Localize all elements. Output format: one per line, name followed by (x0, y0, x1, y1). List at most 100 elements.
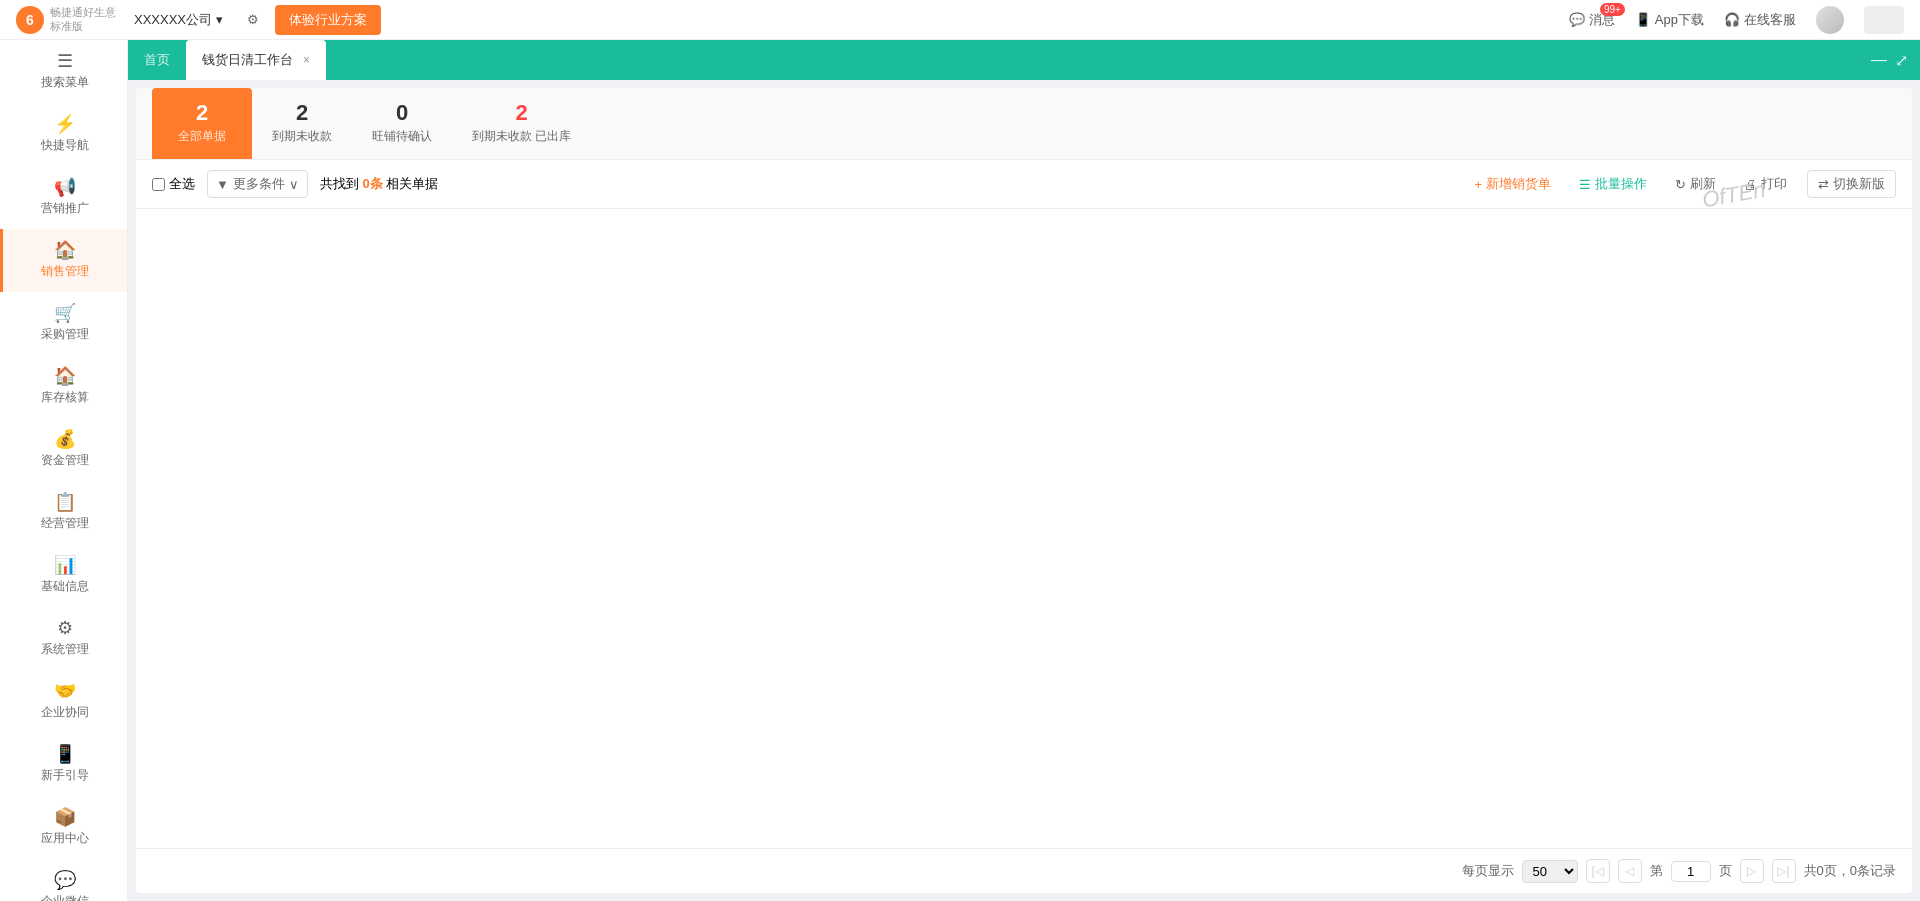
tab-close-icon[interactable]: × (303, 53, 310, 67)
total-info: 共0页，0条记录 (1804, 862, 1896, 880)
experience-button[interactable]: 体验行业方案 (275, 5, 381, 35)
sidebar-item-marketing[interactable]: 📢 营销推广 (0, 166, 127, 229)
header-right: 💬 消息 99+ 📱 App下载 🎧 在线客服 (1569, 6, 1904, 34)
plus-icon: + (1474, 177, 1482, 192)
tab-minimize-icon[interactable]: — (1871, 51, 1887, 69)
tab-maximize-icon[interactable]: ⤢ (1895, 51, 1908, 70)
system-icon: ⚙ (57, 619, 73, 637)
found-number: 0条 (363, 176, 383, 191)
sidebar-item-label: 企业微信 (41, 893, 89, 901)
settings-icon[interactable]: ⚙ (241, 8, 265, 32)
found-prefix: 共找到 (320, 176, 363, 191)
stat-label-overdue-unshipped: 到期未收款 已出库 (472, 128, 571, 145)
add-sale-button[interactable]: + 新增销货单 (1466, 171, 1559, 197)
filter-icon: ▼ (216, 177, 229, 192)
refresh-icon: ↻ (1675, 177, 1686, 192)
sidebar-item-app-center[interactable]: 📦 应用中心 (0, 796, 127, 859)
logo-area: 6 畅捷通好生意 标准版 (16, 6, 116, 34)
switch-version-button[interactable]: ⇄ 切换新版 (1807, 170, 1896, 198)
tab-workbench[interactable]: 钱货日清工作台 × (186, 40, 326, 80)
avatar[interactable] (1816, 6, 1844, 34)
sidebar-item-system[interactable]: ⚙ 系统管理 (0, 607, 127, 670)
table-empty-area (136, 209, 1912, 848)
search-menu-icon: ☰ (57, 52, 73, 70)
sidebar-item-purchase[interactable]: 🛒 采购管理 (0, 292, 127, 355)
last-page-button[interactable]: ▷| (1772, 859, 1796, 883)
tab-home[interactable]: 首页 (128, 40, 186, 80)
page-suffix: 页 (1719, 862, 1732, 880)
stat-tab-overdue-unpaid[interactable]: 2 到期未收款 (252, 88, 352, 159)
page-content: 2 全部单据 2 到期未收款 0 旺铺待确认 2 到期未收款 已出库 (136, 88, 1912, 893)
sidebar-item-operation[interactable]: 📋 经营管理 (0, 481, 127, 544)
sidebar-item-label: 系统管理 (41, 641, 89, 658)
page-input[interactable] (1671, 861, 1711, 882)
wechat-icon: 💬 (54, 871, 76, 889)
user-menu[interactable] (1864, 6, 1904, 34)
sidebar-item-cooperation[interactable]: 🤝 企业协同 (0, 670, 127, 733)
quick-nav-icon: ⚡ (54, 115, 76, 133)
message-action[interactable]: 💬 消息 99+ (1569, 11, 1615, 29)
first-page-button[interactable]: |◁ (1586, 859, 1610, 883)
logo-text: 畅捷通好生意 标准版 (50, 6, 116, 32)
select-all-checkbox[interactable]: 全选 (152, 175, 195, 193)
sidebar-item-inventory[interactable]: 🏠 库存核算 (0, 355, 127, 418)
refresh-button[interactable]: ↻ 刷新 (1667, 171, 1724, 197)
online-support-action[interactable]: 🎧 在线客服 (1724, 11, 1796, 29)
found-unit: 相关单据 (383, 176, 439, 191)
switch-label: 切换新版 (1833, 175, 1885, 193)
message-badge: 99+ (1600, 3, 1625, 16)
refresh-label: 刷新 (1690, 175, 1716, 193)
sidebar-item-label: 应用中心 (41, 830, 89, 847)
sidebar-item-basic[interactable]: 📊 基础信息 (0, 544, 127, 607)
stat-tab-overdue-unshipped[interactable]: 2 到期未收款 已出库 (452, 88, 591, 159)
inventory-icon: 🏠 (54, 367, 76, 385)
batch-operation-button[interactable]: ☰ 批量操作 (1571, 171, 1655, 197)
sidebar-item-label: 资金管理 (41, 452, 89, 469)
sidebar-item-label: 营销推广 (41, 200, 89, 217)
sidebar-item-search-menu[interactable]: ☰ 搜索菜单 (0, 40, 127, 103)
chevron-down-icon: ▾ (216, 12, 223, 27)
filter-button[interactable]: ▼ 更多条件 ∨ (207, 170, 308, 198)
found-count: 共找到 0条 相关单据 (320, 175, 438, 193)
toolbar: 全选 ▼ 更多条件 ∨ 共找到 0条 相关单据 + 新增销货单 ☰ (136, 160, 1912, 209)
select-all-label: 全选 (169, 175, 195, 193)
sidebar-item-label: 新手引导 (41, 767, 89, 784)
sidebar-item-quick-nav[interactable]: ⚡ 快捷导航 (0, 103, 127, 166)
main-layout: ☰ 搜索菜单 ⚡ 快捷导航 📢 营销推广 🏠 销售管理 🛒 采购管理 🏠 库存核… (0, 40, 1920, 901)
chevron-icon: ∨ (289, 177, 299, 192)
stat-count-overdue-unpaid: 2 (272, 100, 332, 126)
sidebar-item-label: 搜索菜单 (41, 74, 89, 91)
next-page-button[interactable]: ▷ (1740, 859, 1764, 883)
finance-icon: 💰 (54, 430, 76, 448)
per-page-select[interactable]: 50 100 200 (1522, 860, 1578, 883)
stats-tabs: 2 全部单据 2 到期未收款 0 旺铺待确认 2 到期未收款 已出库 (136, 88, 1912, 160)
print-icon: 🖨 (1744, 177, 1757, 192)
headset-icon: 🎧 (1724, 12, 1740, 27)
select-all-input[interactable] (152, 178, 165, 191)
stat-tab-all[interactable]: 2 全部单据 (152, 88, 252, 159)
sidebar-item-guide[interactable]: 📱 新手引导 (0, 733, 127, 796)
message-icon: 💬 (1569, 12, 1585, 27)
company-selector[interactable]: XXXXXX公司 ▾ (126, 7, 231, 33)
sales-icon: 🏠 (54, 241, 76, 259)
sidebar-item-label: 库存核算 (41, 389, 89, 406)
print-button[interactable]: 🖨 打印 (1736, 171, 1795, 197)
sidebar-item-wechat[interactable]: 💬 企业微信 (0, 859, 127, 901)
top-header: 6 畅捷通好生意 标准版 XXXXXX公司 ▾ ⚙ 体验行业方案 💬 消息 99… (0, 0, 1920, 40)
prev-page-button[interactable]: ◁ (1618, 859, 1642, 883)
app-download-icon: 📱 (1635, 12, 1651, 27)
sidebar-item-finance[interactable]: 💰 资金管理 (0, 418, 127, 481)
toolbar-right: + 新增销货单 ☰ 批量操作 ↻ 刷新 🖨 打印 (1466, 170, 1896, 198)
app-download-action[interactable]: 📱 App下载 (1635, 11, 1704, 29)
sidebar-item-sales[interactable]: 🏠 销售管理 (0, 229, 127, 292)
tab-workbench-label: 钱货日清工作台 (202, 51, 293, 69)
switch-icon: ⇄ (1818, 177, 1829, 192)
purchase-icon: 🛒 (54, 304, 76, 322)
operation-icon: 📋 (54, 493, 76, 511)
sidebar: ☰ 搜索菜单 ⚡ 快捷导航 📢 营销推广 🏠 销售管理 🛒 采购管理 🏠 库存核… (0, 40, 128, 901)
content-area: 首页 钱货日清工作台 × — ⤢ 2 全部单据 2 到期未收款 (128, 40, 1920, 901)
stat-label-all: 全部单据 (172, 128, 232, 145)
stat-tab-wangpu-confirm[interactable]: 0 旺铺待确认 (352, 88, 452, 159)
stat-label-overdue-unpaid: 到期未收款 (272, 128, 332, 145)
pagination: 每页显示 50 100 200 |◁ ◁ 第 页 ▷ ▷| 共0页，0条记录 (136, 848, 1912, 893)
